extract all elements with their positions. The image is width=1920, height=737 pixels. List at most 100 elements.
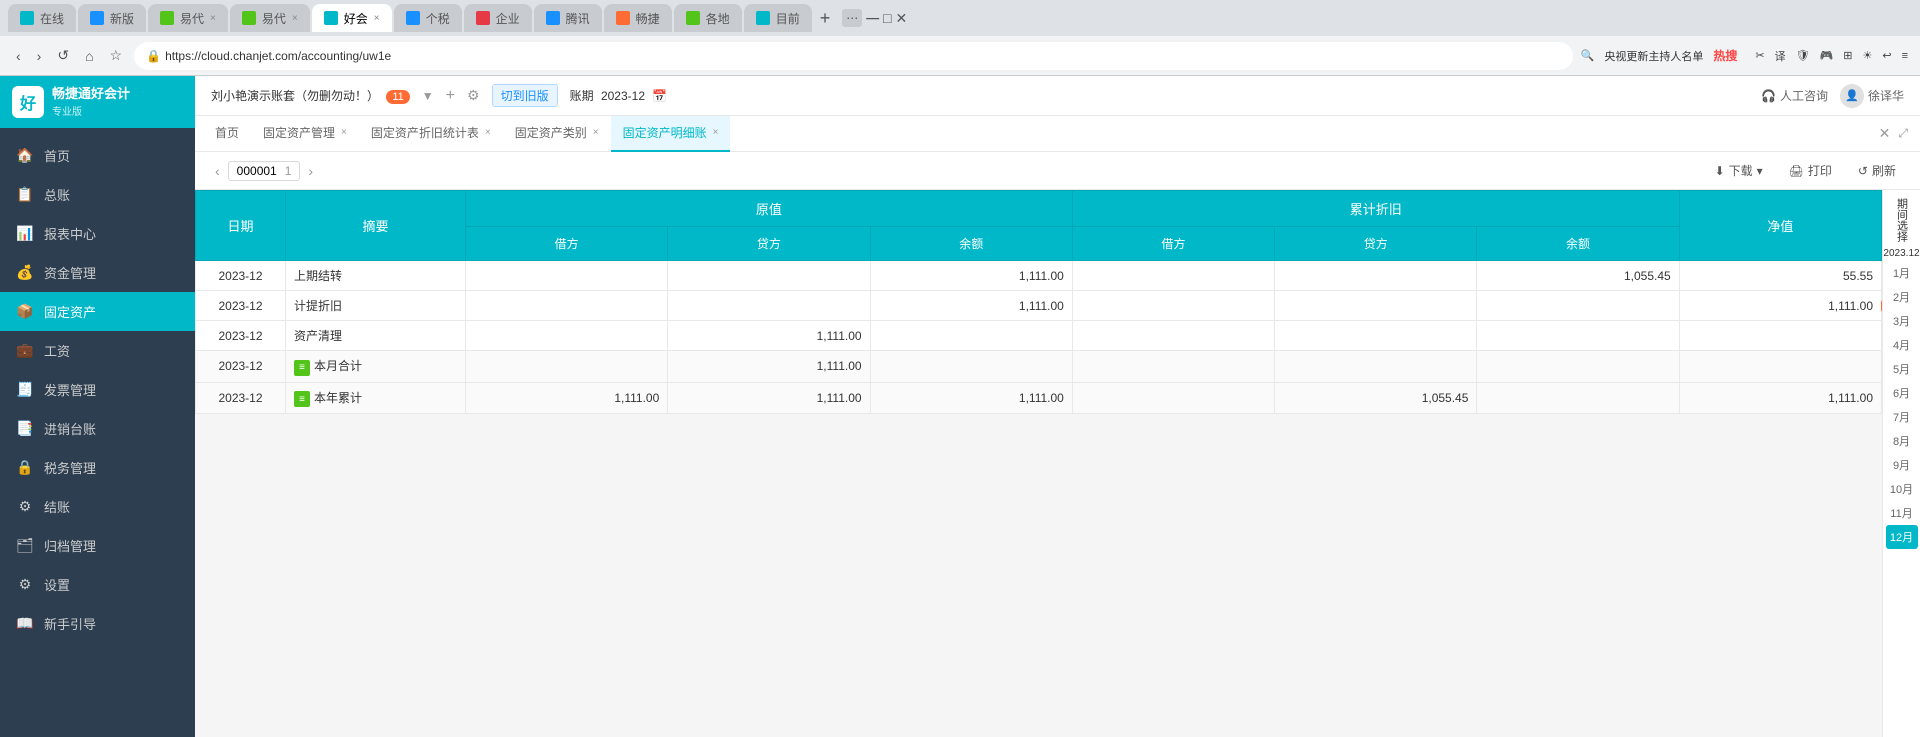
close-icon[interactable]: × bbox=[374, 13, 380, 24]
maximize-button[interactable]: □ bbox=[883, 10, 891, 26]
period-month-item[interactable]: 10月 bbox=[1886, 477, 1918, 501]
period-month-item[interactable]: 9月 bbox=[1886, 453, 1918, 477]
sidebar-item-home[interactable]: 🏠 首页 bbox=[0, 136, 195, 175]
browser-tab-yidai1[interactable]: 易代 × bbox=[148, 4, 228, 32]
support-button[interactable]: 🎧 人工咨询 bbox=[1761, 87, 1828, 104]
browser-tab-tengxun[interactable]: 腾讯 bbox=[534, 4, 602, 32]
orig-balance-cell bbox=[870, 351, 1072, 383]
menu-icon[interactable]: ≡ bbox=[1902, 50, 1908, 62]
reports-icon: 📊 bbox=[16, 225, 34, 243]
browser-tab-qiye[interactable]: 企业 bbox=[464, 4, 532, 32]
sidebar-item-reports[interactable]: 📊 报表中心 bbox=[0, 214, 195, 253]
sidebar-item-invoice[interactable]: 🧾 发票管理 bbox=[0, 370, 195, 409]
close-icon[interactable]: × bbox=[210, 13, 216, 24]
sidebar-item-guide[interactable]: 📖 新手引导 bbox=[0, 604, 195, 643]
back-button[interactable]: ‹ bbox=[12, 44, 25, 68]
tab-home[interactable]: 首页 bbox=[203, 116, 251, 152]
sidebar-item-inventory[interactable]: 📑 进销台账 bbox=[0, 409, 195, 448]
browser-tab-geshui[interactable]: 个税 bbox=[394, 4, 462, 32]
close-icon[interactable]: × bbox=[593, 127, 599, 138]
period-month-item[interactable]: 8月 bbox=[1886, 429, 1918, 453]
browser-tab-haohui[interactable]: 好会 × bbox=[312, 4, 392, 32]
close-panel-button[interactable]: ✕ bbox=[1875, 121, 1895, 146]
tab-fixed-mgmt[interactable]: 固定资产管理 × bbox=[251, 116, 359, 152]
period-month-item[interactable]: 7月 bbox=[1886, 405, 1918, 429]
date-cell: 2023-12 bbox=[196, 261, 286, 291]
period-month-item[interactable]: 1月 bbox=[1886, 261, 1918, 285]
orig-credit-cell: 1,111.00 bbox=[668, 321, 870, 351]
user-avatar[interactable]: 👤 徐译华 bbox=[1840, 84, 1904, 108]
close-icon[interactable]: × bbox=[485, 127, 491, 138]
browser-tab-online[interactable]: 在线 bbox=[8, 4, 76, 32]
minimize-button[interactable]: ─ bbox=[866, 8, 879, 29]
period-month-item[interactable]: 6月 bbox=[1886, 381, 1918, 405]
reload-button[interactable]: ↺ bbox=[53, 43, 73, 68]
refresh-button[interactable]: ↺ 刷新 bbox=[1850, 158, 1904, 183]
expand-button[interactable]: ⤢ bbox=[1894, 122, 1912, 145]
extension-icon[interactable]: ⋯ bbox=[842, 9, 862, 27]
inventory-icon: 📑 bbox=[16, 420, 34, 438]
period-month-item[interactable]: 5月 bbox=[1886, 357, 1918, 381]
sidebar-item-funds[interactable]: 💰 资金管理 bbox=[0, 253, 195, 292]
home-button[interactable]: ⌂ bbox=[81, 44, 97, 68]
settings-icon: ☀ bbox=[1862, 49, 1872, 62]
date-cell: 2023-12 bbox=[196, 351, 286, 383]
close-window-button[interactable]: ✕ bbox=[895, 10, 907, 27]
next-record-button[interactable]: › bbox=[304, 161, 317, 181]
prev-record-button[interactable]: ‹ bbox=[211, 161, 224, 181]
period-month-item[interactable]: 2月 bbox=[1886, 285, 1918, 309]
period-month-item[interactable]: 11月 bbox=[1886, 501, 1918, 525]
sidebar-item-archive[interactable]: 🗂 归档管理 bbox=[0, 526, 195, 565]
add-account-button[interactable]: + bbox=[446, 87, 455, 105]
browser-tab-muqian[interactable]: 目前 bbox=[744, 4, 812, 32]
summary-header: 摘要 bbox=[286, 191, 466, 261]
close-icon[interactable]: × bbox=[341, 127, 347, 138]
avatar-icon: 👤 bbox=[1840, 84, 1864, 108]
summary-cell: 计提折旧 bbox=[286, 291, 466, 321]
sidebar-item-fixed-assets[interactable]: 📦 固定资产 bbox=[0, 292, 195, 331]
sidebar-item-closing[interactable]: ⚙ 结账 bbox=[0, 487, 195, 526]
translate-icon: 译 bbox=[1775, 48, 1786, 64]
close-icon[interactable]: × bbox=[292, 13, 298, 24]
period-month-item[interactable]: 12月 bbox=[1886, 525, 1918, 549]
period-month-item[interactable]: 3月 bbox=[1886, 309, 1918, 333]
url-input[interactable]: 🔒 https://cloud.chanjet.com/accounting/u… bbox=[134, 42, 1573, 70]
accum-debit-cell bbox=[1072, 291, 1274, 321]
tab-asset-category[interactable]: 固定资产类别 × bbox=[503, 116, 611, 152]
browser-tab-changjie[interactable]: 畅捷 bbox=[604, 4, 672, 32]
date-cell: 2023-12 bbox=[196, 291, 286, 321]
fixed-assets-icon: 📦 bbox=[16, 303, 34, 321]
record-input[interactable]: 000001 1 bbox=[228, 161, 301, 181]
orig-debit-cell bbox=[466, 321, 668, 351]
bookmark-button[interactable]: ☆ bbox=[106, 43, 127, 68]
period-month-item[interactable]: 4月 bbox=[1886, 333, 1918, 357]
table-main: 日期 摘要 原值 累计折旧 净值 借方 贷方 余额 借方 贷方 余额 bbox=[195, 190, 1882, 737]
download-button[interactable]: ⬇ 下载 ▾ bbox=[1707, 158, 1771, 183]
archive-icon: 🗂 bbox=[16, 537, 34, 555]
close-icon[interactable]: × bbox=[713, 127, 719, 138]
switch-version-button[interactable]: 切到旧版 bbox=[492, 84, 558, 107]
app-logo: 好 bbox=[12, 86, 44, 118]
forward-button[interactable]: › bbox=[33, 44, 46, 68]
calendar-icon[interactable]: 📅 bbox=[652, 89, 667, 103]
sidebar-item-payroll[interactable]: 💼 工资 bbox=[0, 331, 195, 370]
tab-asset-detail[interactable]: 固定资产明细账 × bbox=[611, 116, 731, 152]
browser-tab-new[interactable]: 新版 bbox=[78, 4, 146, 32]
settings-small-icon[interactable]: ⚙ bbox=[467, 87, 480, 104]
period-select-title: 期间选择 bbox=[1894, 198, 1910, 242]
print-button[interactable]: 🖨 打印 bbox=[1781, 158, 1840, 183]
sidebar: 好 畅捷通好会计 专业版 🏠 首页 📋 总账 📊 报表中心 💰 资金管理 bbox=[0, 76, 195, 737]
net-value-header: 净值 bbox=[1679, 191, 1881, 261]
browser-tab-gedi[interactable]: 各地 bbox=[674, 4, 742, 32]
new-tab-button[interactable]: + bbox=[814, 8, 837, 29]
headset-icon: 🎧 bbox=[1761, 89, 1776, 103]
header-right: 🎧 人工咨询 👤 徐译华 bbox=[1761, 84, 1904, 108]
accumulated-depreciation-header: 累计折旧 bbox=[1072, 191, 1679, 227]
sidebar-item-ledger[interactable]: 📋 总账 bbox=[0, 175, 195, 214]
dropdown-icon[interactable]: ▼ bbox=[422, 89, 434, 103]
sidebar-item-tax[interactable]: 🔒 税务管理 bbox=[0, 448, 195, 487]
tab-depreciation-stat[interactable]: 固定资产折旧统计表 × bbox=[359, 116, 503, 152]
hot-search-label[interactable]: 热搜 bbox=[1713, 47, 1737, 64]
browser-tab-yidai2[interactable]: 易代 × bbox=[230, 4, 310, 32]
sidebar-item-settings[interactable]: ⚙ 设置 bbox=[0, 565, 195, 604]
